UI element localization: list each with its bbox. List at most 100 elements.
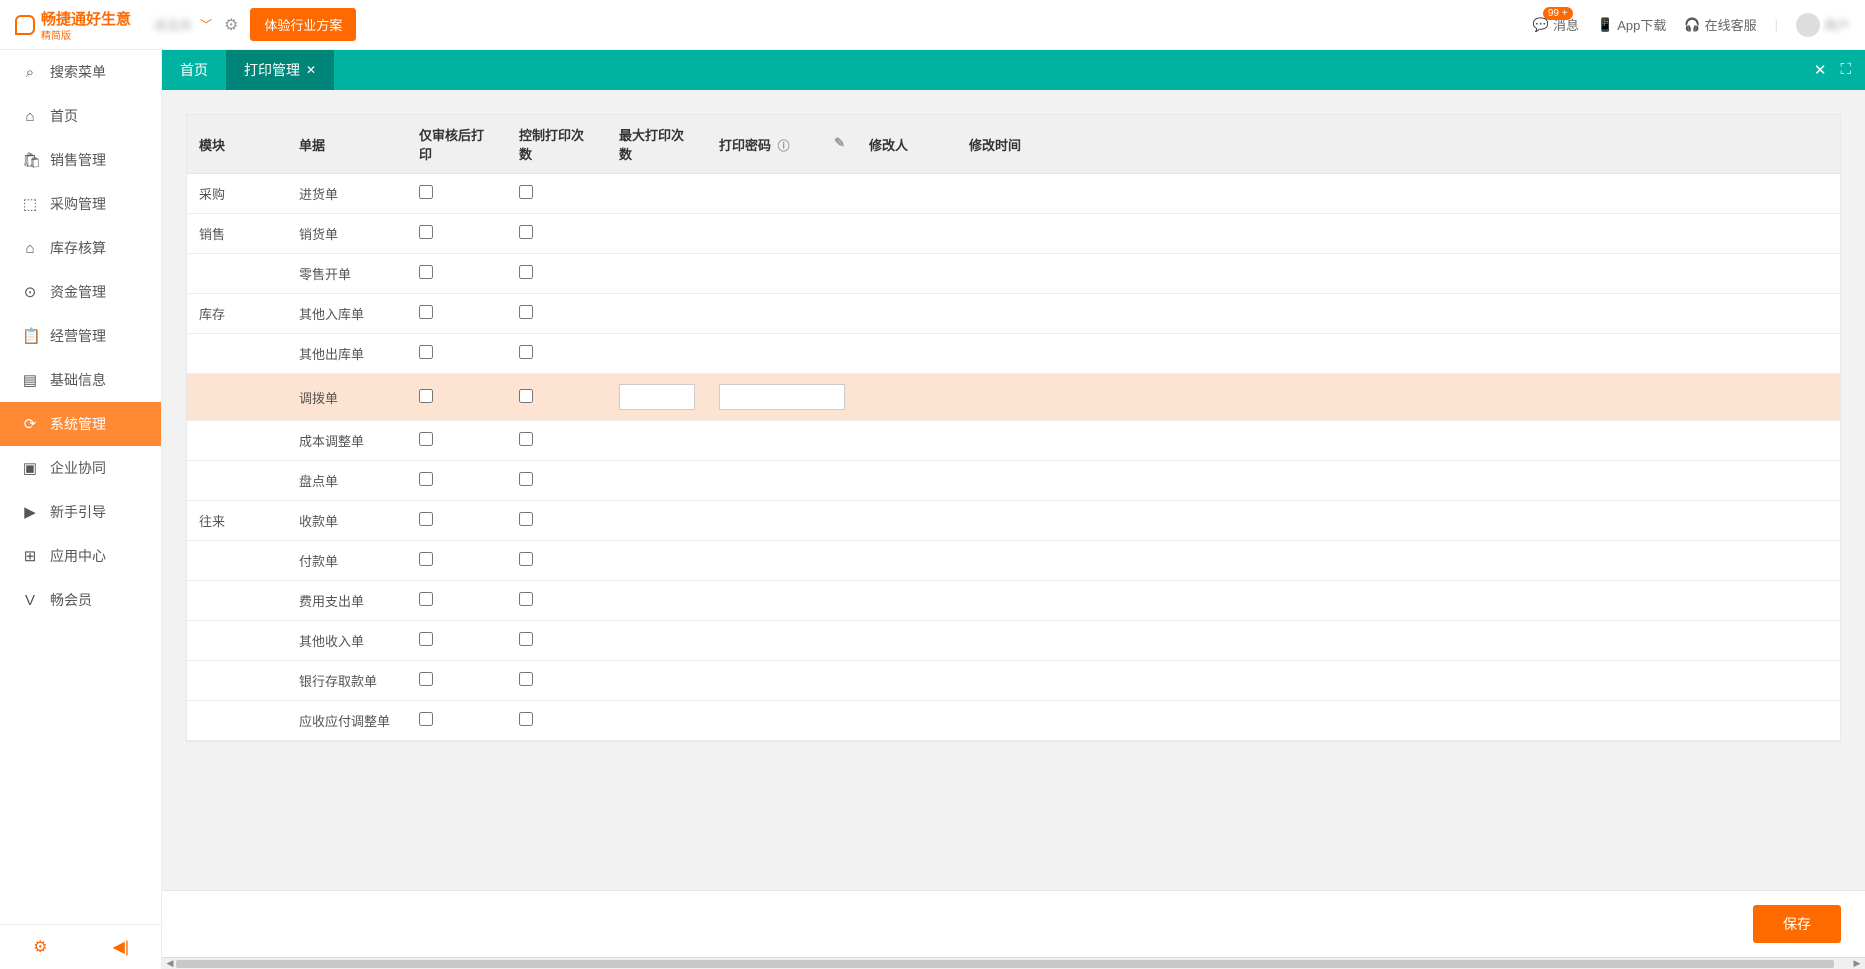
sidebar-item-8[interactable]: ⟳系统管理 [0, 402, 161, 446]
chevron-down-icon[interactable]: ﹀ [200, 16, 212, 33]
horizontal-scrollbar[interactable]: ◀ ▶ [162, 957, 1865, 969]
tab-close-all-icon[interactable]: ✕ [1814, 61, 1827, 79]
sidebar-item-4[interactable]: ⌂库存核算 [0, 226, 161, 270]
table-row[interactable]: 销售销货单 [187, 214, 1840, 254]
app-download-link[interactable]: 📱 App下载 [1597, 15, 1666, 34]
org-selector[interactable]: 请选择 [145, 11, 200, 38]
header-right: 💬 99 + 消息 📱 App下载 🎧 在线客服 | 用户 [1533, 13, 1850, 37]
cell-audit [407, 541, 507, 581]
audit-checkbox[interactable] [419, 552, 433, 566]
control-checkbox[interactable] [519, 552, 533, 566]
sidebar-item-5[interactable]: ⊙资金管理 [0, 270, 161, 314]
sidebar-settings-button[interactable]: ⚙ [0, 925, 81, 969]
print-password-input[interactable] [719, 384, 845, 410]
audit-checkbox[interactable] [419, 389, 433, 403]
edit-icon[interactable]: ✎ [834, 135, 845, 151]
table-row[interactable]: 库存其他入库单 [187, 294, 1840, 334]
cell-time [957, 701, 1840, 741]
control-checkbox[interactable] [519, 632, 533, 646]
control-checkbox[interactable] [519, 712, 533, 726]
table-row[interactable]: 其他收入单 [187, 621, 1840, 661]
audit-checkbox[interactable] [419, 592, 433, 606]
sidebar-item-label: 采购管理 [50, 194, 106, 214]
control-checkbox[interactable] [519, 432, 533, 446]
sidebar-item-9[interactable]: ▣企业协同 [0, 446, 161, 490]
industry-plan-button[interactable]: 体验行业方案 [250, 8, 356, 41]
table-row[interactable]: 其他出库单 [187, 334, 1840, 374]
fullscreen-icon[interactable]: ⛶ [1840, 61, 1851, 79]
table-row[interactable]: 付款单 [187, 541, 1840, 581]
table-row[interactable]: 零售开单 [187, 254, 1840, 294]
cell-password [707, 214, 857, 254]
sidebar-item-10[interactable]: ▶新手引导 [0, 490, 161, 534]
control-checkbox[interactable] [519, 592, 533, 606]
control-checkbox[interactable] [519, 305, 533, 319]
messages-link[interactable]: 💬 99 + 消息 [1533, 15, 1579, 34]
sidebar-icon: 📋 [22, 327, 38, 345]
table-row[interactable]: 盘点单 [187, 461, 1840, 501]
help-icon[interactable]: ⓘ [778, 139, 790, 153]
table-row[interactable]: 成本调整单 [187, 421, 1840, 461]
sidebar-collapse-button[interactable]: ◀| [81, 925, 162, 969]
support-link[interactable]: 🎧 在线客服 [1684, 15, 1756, 34]
avatar [1796, 13, 1820, 37]
sidebar-item-1[interactable]: ⌂首页 [0, 94, 161, 138]
cell-max [607, 174, 707, 214]
control-checkbox[interactable] [519, 265, 533, 279]
audit-checkbox[interactable] [419, 305, 433, 319]
max-print-input[interactable] [619, 384, 695, 410]
sidebar-item-3[interactable]: ⬚ 采购管理 [0, 182, 161, 226]
sidebar-item-7[interactable]: ▤基础信息 [0, 358, 161, 402]
cell-control [507, 541, 607, 581]
cell-module: 销售 [187, 214, 287, 254]
audit-checkbox[interactable] [419, 512, 433, 526]
scroll-thumb[interactable] [176, 960, 1834, 968]
sidebar-item-label: 新手引导 [50, 502, 106, 522]
audit-checkbox[interactable] [419, 345, 433, 359]
audit-checkbox[interactable] [419, 672, 433, 686]
cell-time [957, 254, 1840, 294]
control-checkbox[interactable] [519, 672, 533, 686]
col-modifier: 修改人 [857, 115, 957, 174]
tab-1[interactable]: 打印管理✕ [226, 50, 334, 90]
audit-checkbox[interactable] [419, 225, 433, 239]
audit-checkbox[interactable] [419, 632, 433, 646]
sidebar-icon: ⬚ [22, 195, 38, 213]
table-row[interactable]: 费用支出单 [187, 581, 1840, 621]
table-row[interactable]: 往来收款单 [187, 501, 1840, 541]
cell-module: 采购 [187, 174, 287, 214]
cell-time [957, 374, 1840, 421]
table-row[interactable]: 银行存取款单 [187, 661, 1840, 701]
cell-audit [407, 581, 507, 621]
cell-audit [407, 374, 507, 421]
scroll-left-icon[interactable]: ◀ [164, 958, 176, 969]
sidebar-item-0[interactable]: ⌕搜索菜单 [0, 50, 161, 94]
audit-checkbox[interactable] [419, 265, 433, 279]
app-download-label: App下载 [1617, 15, 1666, 34]
user-menu[interactable]: 用户 [1796, 13, 1850, 37]
control-checkbox[interactable] [519, 345, 533, 359]
save-button[interactable]: 保存 [1753, 905, 1841, 943]
control-checkbox[interactable] [519, 472, 533, 486]
gear-icon[interactable]: ⚙ [224, 15, 238, 35]
control-checkbox[interactable] [519, 185, 533, 199]
tab-close-icon[interactable]: ✕ [306, 63, 316, 77]
audit-checkbox[interactable] [419, 712, 433, 726]
control-checkbox[interactable] [519, 225, 533, 239]
sidebar-item-12[interactable]: V畅会员 [0, 578, 161, 622]
col-modified-time: 修改时间 [957, 115, 1840, 174]
audit-checkbox[interactable] [419, 432, 433, 446]
tab-0[interactable]: 首页 [162, 50, 226, 90]
cell-password [707, 174, 857, 214]
table-row[interactable]: 采购进货单 [187, 174, 1840, 214]
control-checkbox[interactable] [519, 389, 533, 403]
table-row[interactable]: 调拨单 [187, 374, 1840, 421]
audit-checkbox[interactable] [419, 185, 433, 199]
control-checkbox[interactable] [519, 512, 533, 526]
scroll-right-icon[interactable]: ▶ [1851, 958, 1863, 969]
audit-checkbox[interactable] [419, 472, 433, 486]
sidebar-item-6[interactable]: 📋经营管理 [0, 314, 161, 358]
sidebar-item-11[interactable]: ⊞应用中心 [0, 534, 161, 578]
table-row[interactable]: 应收应付调整单 [187, 701, 1840, 741]
sidebar-item-2[interactable]: 🛍销售管理 [0, 138, 161, 182]
